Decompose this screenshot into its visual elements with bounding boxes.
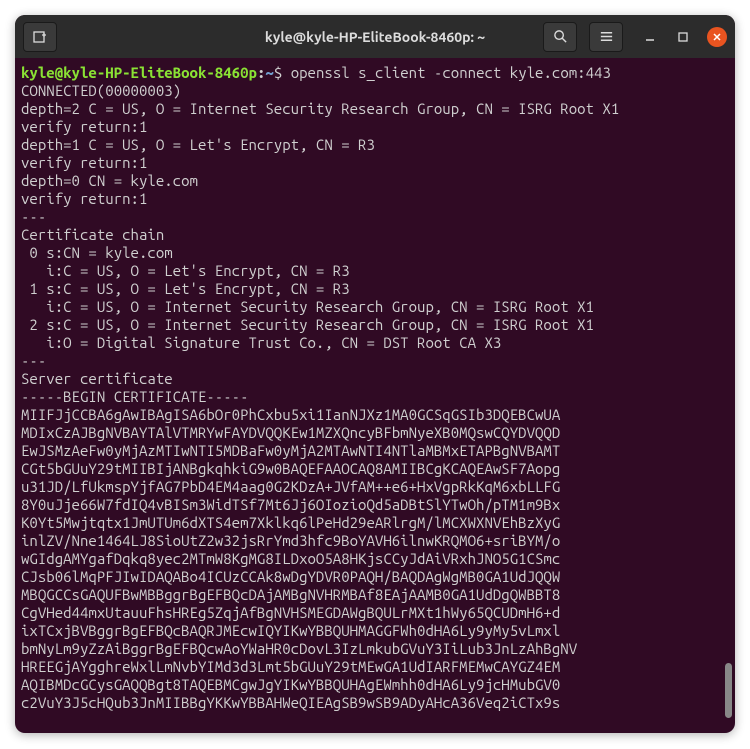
new-tab-icon bbox=[32, 29, 48, 45]
search-icon bbox=[553, 29, 568, 44]
maximize-icon bbox=[677, 31, 689, 43]
output-line: 2 s:C = US, O = Internet Security Resear… bbox=[21, 316, 729, 334]
output-line: verify return:1 bbox=[21, 154, 729, 172]
output-line: CONNECTED(00000003) bbox=[21, 82, 729, 100]
output-line: c2VuY3J5cHQub3JnMIIBBgYKKwYBBAHWeQIEAgSB… bbox=[21, 694, 729, 712]
output-line: i:C = US, O = Let's Encrypt, CN = R3 bbox=[21, 262, 729, 280]
new-tab-button[interactable] bbox=[23, 22, 57, 52]
output-line: depth=0 CN = kyle.com bbox=[21, 172, 729, 190]
output-line: CgVHed44mxUtauuFhsHREg5ZqjAfBgNVHSMEGDAW… bbox=[21, 604, 729, 622]
minimize-button[interactable] bbox=[641, 28, 658, 45]
output-line: verify return:1 bbox=[21, 118, 729, 136]
output-line: 8Y0uJje66W7fdIQ4vBISm3WidTSf7Mt6Jj6OIozi… bbox=[21, 496, 729, 514]
output-line: MIIFJjCCBA6gAwIBAgISA6bOr0PhCxbu5xi1IanN… bbox=[21, 406, 729, 424]
output-line: HREEGjAYgghreWxlLmNvbYIMd3d3Lmt5bGUuY29t… bbox=[21, 658, 729, 676]
output-line: Certificate chain bbox=[21, 226, 729, 244]
output-line: i:O = Digital Signature Trust Co., CN = … bbox=[21, 334, 729, 352]
prompt-user-host: kyle@kyle-HP-EliteBook-8460p bbox=[21, 64, 257, 81]
terminal-body[interactable]: kyle@kyle-HP-EliteBook-8460p:~$ openssl … bbox=[15, 58, 735, 733]
scrollbar-thumb[interactable] bbox=[725, 663, 732, 718]
output-line: 0 s:CN = kyle.com bbox=[21, 244, 729, 262]
output-line: inlZV/Nne1464LJ8SioUtZ2w32jsRrYmd3hfc9Bo… bbox=[21, 532, 729, 550]
output-line: CJsb06lMqPFJIwIDAQABo4ICUzCCAk8wDgYDVR0P… bbox=[21, 568, 729, 586]
close-button[interactable] bbox=[707, 27, 727, 47]
output-line: ixTCxjBVBggrBgEFBQcBAQRJMEcwIQYIKwYBBQUH… bbox=[21, 622, 729, 640]
command-text: openssl s_client -connect kyle.com:443 bbox=[291, 64, 611, 81]
output-line: CGt5bGUuY29tMIIBIjANBgkqhkiG9w0BAQEFAAOC… bbox=[21, 460, 729, 478]
output-line: Server certificate bbox=[21, 370, 729, 388]
output-line: MBQGCCsGAQUFBwMBBggrBgEFBQcDAjAMBgNVHRMB… bbox=[21, 586, 729, 604]
prompt-symbol: $ bbox=[274, 64, 282, 81]
output-line: --- bbox=[21, 208, 729, 226]
window-title: kyle@kyle-HP-EliteBook-8460p: ~ bbox=[265, 29, 485, 45]
output-line: depth=2 C = US, O = Internet Security Re… bbox=[21, 100, 729, 118]
output-line: EwJSMzAeFw0yMjAzMTIwNTI5MDBaFw0yMjA2MTAw… bbox=[21, 442, 729, 460]
output-line: MDIxCzAJBgNVBAYTAlVTMRYwFAYDVQQKEw1MZXQn… bbox=[21, 424, 729, 442]
prompt-path: ~ bbox=[265, 64, 273, 81]
output-line: i:C = US, O = Internet Security Research… bbox=[21, 298, 729, 316]
hamburger-icon bbox=[599, 29, 614, 44]
output-line: u31JD/LfUkmspYjfAG7PbD4EM4aag0G2KDzA+JVf… bbox=[21, 478, 729, 496]
output-line: wGIdgAMYgafDqkq8yec2MTmW8KgMG8ILDxoO5A8H… bbox=[21, 550, 729, 568]
output-line: verify return:1 bbox=[21, 190, 729, 208]
menu-button[interactable] bbox=[589, 22, 623, 52]
titlebar: kyle@kyle-HP-EliteBook-8460p: ~ bbox=[15, 15, 735, 58]
output-line: 1 s:C = US, O = Let's Encrypt, CN = R3 bbox=[21, 280, 729, 298]
output-line: bmNyLm9yZzAiBggrBgEFBQcwAoYWaHR0cDovL3Iz… bbox=[21, 640, 729, 658]
output-line: --- bbox=[21, 352, 729, 370]
terminal-window: kyle@kyle-HP-EliteBook-8460p: ~ bbox=[15, 15, 735, 733]
output-line: K0Yt5Mwjtqtx1JmUTUm6dXTS4em7Xklkq6lPeHd2… bbox=[21, 514, 729, 532]
search-button[interactable] bbox=[543, 22, 577, 52]
output-line: AQIBMDcGCysGAQQBgt8TAQEBMCgwJgYIKwYBBQUH… bbox=[21, 676, 729, 694]
maximize-button[interactable] bbox=[674, 28, 691, 45]
output-line: depth=1 C = US, O = Let's Encrypt, CN = … bbox=[21, 136, 729, 154]
minimize-icon bbox=[644, 31, 656, 43]
output-line: -----BEGIN CERTIFICATE----- bbox=[21, 388, 729, 406]
close-icon bbox=[712, 32, 722, 42]
